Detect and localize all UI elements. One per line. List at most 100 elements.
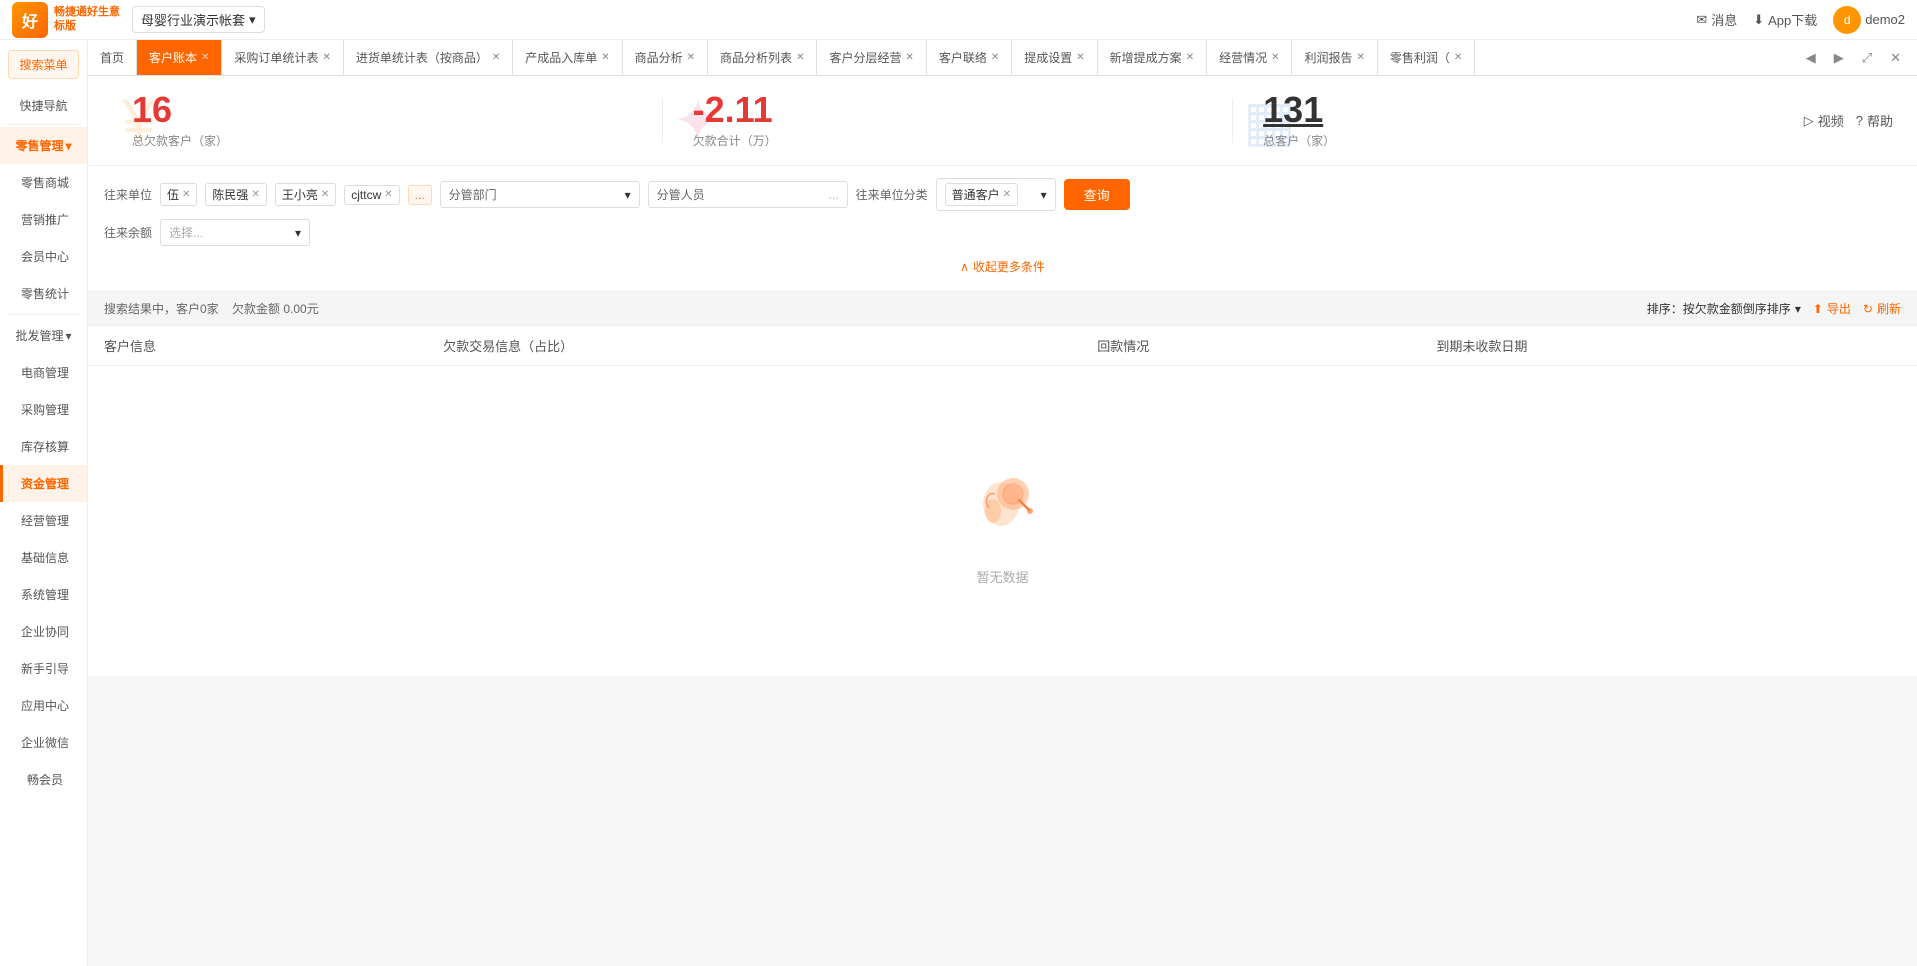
user-avatar-btn[interactable]: d demo2 bbox=[1833, 6, 1905, 34]
tab-inbound-stats[interactable]: 进货单统计表（按商品） ✕ bbox=[344, 40, 513, 75]
tab-customer-connect[interactable]: 客户联络 ✕ bbox=[927, 40, 1012, 75]
tab-customer-segment[interactable]: 客户分层经营 ✕ bbox=[817, 40, 926, 75]
messages-btn[interactable]: ✉ 消息 bbox=[1696, 10, 1737, 29]
tab-promotion-settings[interactable]: 提成设置 ✕ bbox=[1012, 40, 1097, 75]
tab-product-analysis[interactable]: 商品分析 ✕ bbox=[623, 40, 708, 75]
unit-class-chevron-icon: ▾ bbox=[1041, 188, 1047, 202]
tab-home[interactable]: 首页 bbox=[88, 40, 137, 75]
tab-close-inbound-stats[interactable]: ✕ bbox=[492, 52, 500, 63]
tab-close-product-analysis-list[interactable]: ✕ bbox=[796, 52, 804, 63]
balance-select[interactable]: 选择... ▾ bbox=[160, 219, 310, 246]
sidebar-item-marketing[interactable]: 营销推广 bbox=[0, 201, 87, 238]
filter-tag-chm: 陈民强 ✕ bbox=[205, 183, 266, 206]
sidebar-item-new-guide[interactable]: 新手引导 bbox=[0, 650, 87, 687]
stat-label-debt: 欠款合计（万） bbox=[693, 132, 777, 149]
filter-tag-close-ws[interactable]: ✕ bbox=[182, 189, 190, 200]
tab-close-customer-connect[interactable]: ✕ bbox=[991, 52, 999, 63]
filter-tag-close-wxl[interactable]: ✕ bbox=[321, 189, 329, 200]
sidebar-item-finance-mgmt[interactable]: 资金管理 bbox=[0, 465, 87, 502]
org-selector[interactable]: 母婴行业演示帐套 ▾ bbox=[132, 6, 265, 33]
sort-select[interactable]: 排序：按欠款金额倒序排序 ▾ bbox=[1647, 300, 1801, 317]
unit-label: 往来单位 bbox=[104, 186, 152, 203]
app-download-btn[interactable]: ⬇ App下载 bbox=[1753, 10, 1817, 29]
tab-close-profit-report[interactable]: ✕ bbox=[1357, 52, 1365, 63]
sidebar-item-basic-info[interactable]: 基础信息 bbox=[0, 539, 87, 576]
sidebar-item-member-center[interactable]: 会员中心 bbox=[0, 238, 87, 275]
tab-close-customer-book[interactable]: ✕ bbox=[201, 52, 209, 63]
sidebar-quick-nav[interactable]: 快捷导航 bbox=[0, 89, 87, 122]
sidebar-item-retail-mgmt[interactable]: 零售管理 ▾ bbox=[0, 127, 87, 164]
stat-label-customers: 总欠款客户（家） bbox=[132, 132, 228, 149]
avatar: d bbox=[1833, 6, 1861, 34]
col-debt-info: 欠款交易信息（占比） bbox=[427, 326, 1081, 366]
sidebar-search-area: 搜索菜单 bbox=[0, 40, 87, 89]
video-help-btn[interactable]: ▷ 视频 bbox=[1804, 111, 1844, 130]
empty-row: 暂无数据 bbox=[88, 366, 1917, 677]
logo-area: 好 畅捷通好生意 标版 bbox=[12, 2, 120, 38]
help-btn[interactable]: ? 帮助 bbox=[1856, 111, 1893, 130]
sidebar-item-inventory[interactable]: 库存核算 bbox=[0, 428, 87, 465]
table-header: 客户信息 欠款交易信息（占比） 回款情况 到期未收款日期 bbox=[88, 326, 1917, 366]
empty-cell: 暂无数据 bbox=[88, 366, 1917, 677]
tab-close-product-analysis[interactable]: ✕ bbox=[687, 52, 695, 63]
sidebar-item-retail-stats[interactable]: 零售统计 bbox=[0, 275, 87, 312]
filter-tag-close-chm[interactable]: ✕ bbox=[251, 189, 259, 200]
sidebar-item-purchase-mgmt[interactable]: 采购管理 bbox=[0, 391, 87, 428]
balance-label: 往来余额 bbox=[104, 224, 152, 241]
sidebar-item-app-center[interactable]: 应用中心 bbox=[0, 687, 87, 724]
person-select[interactable]: 分管人员 ... bbox=[648, 181, 848, 208]
empty-illustration bbox=[963, 456, 1043, 536]
tab-product-analysis-list[interactable]: 商品分析列表 ✕ bbox=[708, 40, 817, 75]
collapse-icon: ∧ bbox=[960, 260, 969, 274]
filter-area: 往来单位 伍 ✕ 陈民强 ✕ 王小亮 ✕ cjttcw bbox=[88, 166, 1917, 292]
tab-product-inbound[interactable]: 产成品入库单 ✕ bbox=[513, 40, 622, 75]
tab-new-achievement[interactable]: 新增提成方案 ✕ bbox=[1098, 40, 1207, 75]
stat-value-total-customers: 131 bbox=[1263, 92, 1335, 128]
tab-profit-report[interactable]: 利润报告 ✕ bbox=[1292, 40, 1377, 75]
results-summary: 搜索结果中，客户0家 欠款金额 0.00元 bbox=[104, 300, 319, 317]
query-button[interactable]: 查询 bbox=[1064, 179, 1130, 210]
export-btn[interactable]: ⬆ 导出 bbox=[1813, 300, 1851, 317]
search-menu-btn[interactable]: 搜索菜单 bbox=[8, 50, 79, 79]
balance-chevron-icon: ▾ bbox=[295, 226, 301, 240]
tab-close-retail-profit[interactable]: ✕ bbox=[1454, 52, 1462, 63]
sidebar-item-enterprise-collab[interactable]: 企业协同 bbox=[0, 613, 87, 650]
tab-prev-btn[interactable]: ◀ bbox=[1798, 50, 1824, 66]
filter-tag-ws: 伍 ✕ bbox=[160, 183, 197, 206]
tab-maximize-btn[interactable]: ⤢ bbox=[1854, 50, 1880, 66]
refresh-btn[interactable]: ↻ 刷新 bbox=[1863, 300, 1901, 317]
tab-close-customer-segment[interactable]: ✕ bbox=[905, 52, 913, 63]
tab-operation-status[interactable]: 经营情况 ✕ bbox=[1207, 40, 1292, 75]
tab-close-all-btn[interactable]: ✕ bbox=[1882, 50, 1909, 66]
sidebar-item-retail-store[interactable]: 零售商城 bbox=[0, 164, 87, 201]
tab-close-promotion-settings[interactable]: ✕ bbox=[1076, 52, 1084, 63]
tab-next-btn[interactable]: ▶ bbox=[1826, 50, 1852, 66]
filter-row-1: 往来单位 伍 ✕ 陈民强 ✕ 王小亮 ✕ cjttcw bbox=[104, 178, 1901, 211]
collapse-btn[interactable]: ∧ 收起更多条件 bbox=[960, 258, 1045, 275]
person-more-dots: ... bbox=[829, 188, 839, 202]
sidebar: 搜索菜单 快捷导航 零售管理 ▾ 零售商城 营销推广 会员中心 零售统计 批发管… bbox=[0, 40, 88, 966]
sidebar-item-wholesale-mgmt[interactable]: 批发管理 ▾ bbox=[0, 317, 87, 354]
tab-close-product-inbound[interactable]: ✕ bbox=[601, 52, 609, 63]
top-right-actions: ✉ 消息 ⬇ App下载 d demo2 bbox=[1696, 6, 1905, 34]
tab-actions: ◀ ▶ ⤢ ✕ bbox=[1798, 50, 1917, 66]
tab-purchase-order[interactable]: 采购订单统计表 ✕ bbox=[222, 40, 343, 75]
unit-class-select[interactable]: 普通客户 ✕ ▾ bbox=[936, 178, 1056, 211]
tab-close-new-achievement[interactable]: ✕ bbox=[1186, 52, 1194, 63]
tab-retail-profit[interactable]: 零售利润（ ✕ bbox=[1378, 40, 1475, 75]
sidebar-item-operation-mgmt[interactable]: 经营管理 bbox=[0, 502, 87, 539]
sidebar-item-member-club[interactable]: 畅会员 bbox=[0, 761, 87, 798]
filter-tag-close-cjttcw[interactable]: ✕ bbox=[384, 189, 392, 200]
sidebar-item-ecommerce[interactable]: 电商管理 bbox=[0, 354, 87, 391]
tab-close-operation-status[interactable]: ✕ bbox=[1271, 52, 1279, 63]
banner-help: ▷ 视频 ? 帮助 bbox=[1804, 111, 1893, 130]
tab-close-purchase-order[interactable]: ✕ bbox=[322, 52, 330, 63]
filter-tag-close-normal[interactable]: ✕ bbox=[1003, 189, 1011, 200]
tab-bar: 首页 客户账本 ✕ 采购订单统计表 ✕ 进货单统计表（按商品） ✕ 产成品入库单… bbox=[88, 40, 1917, 76]
tab-customer-book[interactable]: 客户账本 ✕ bbox=[137, 40, 222, 75]
message-icon: ✉ bbox=[1696, 12, 1707, 28]
sidebar-item-sys-mgmt[interactable]: 系统管理 bbox=[0, 576, 87, 613]
dept-select[interactable]: 分管部门 ▾ bbox=[440, 181, 640, 208]
filter-tag-more[interactable]: ... bbox=[408, 185, 432, 205]
sidebar-item-enterprise-wechat[interactable]: 企业微信 bbox=[0, 724, 87, 761]
